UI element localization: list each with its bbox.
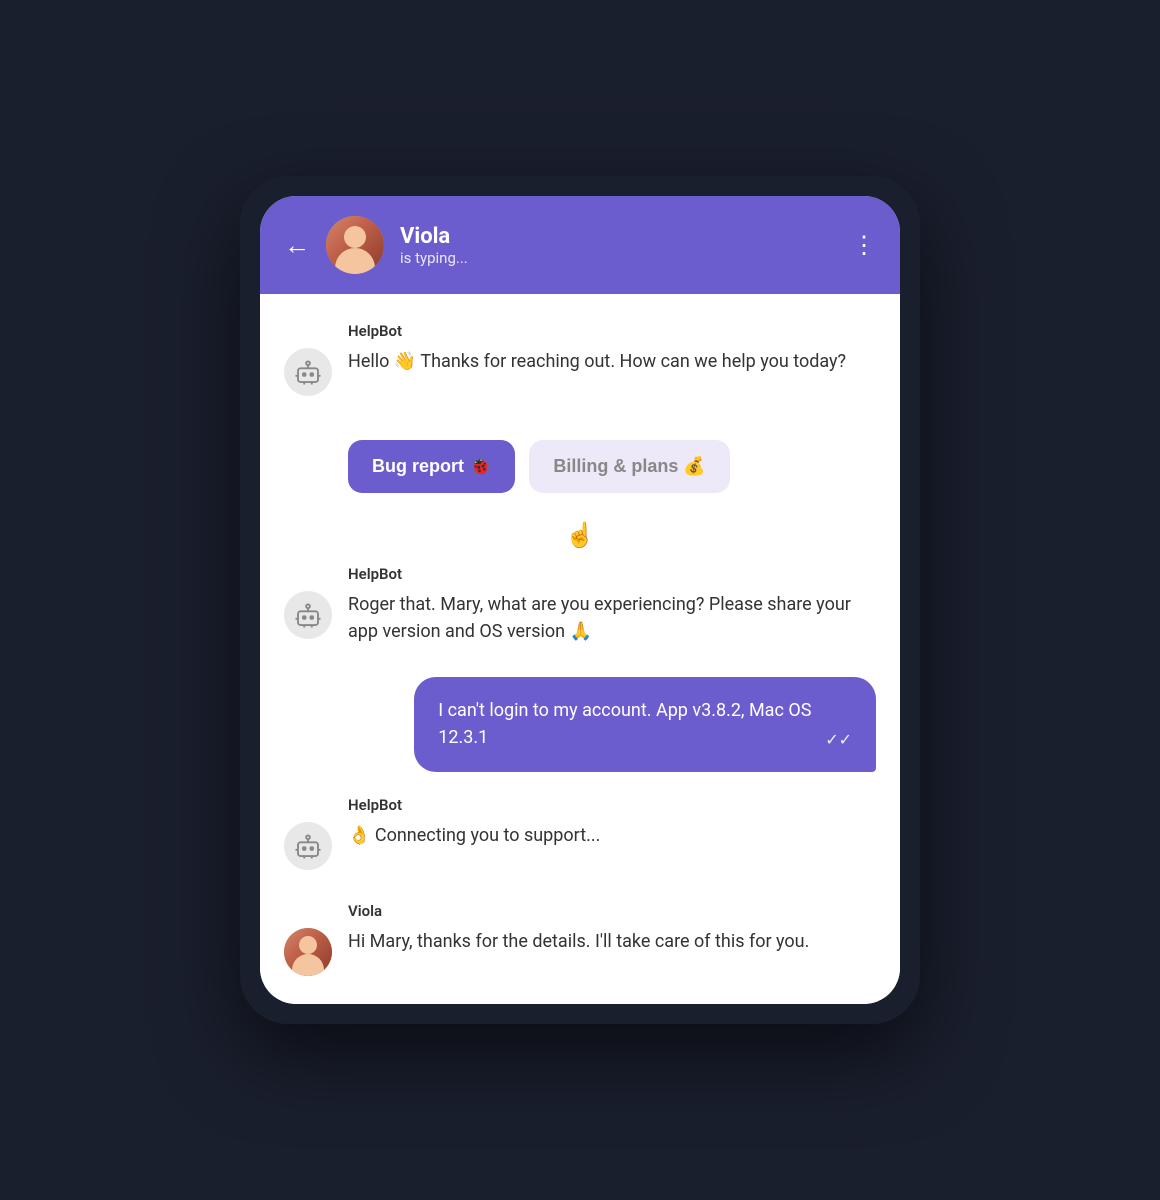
bot-avatar-1 (284, 348, 332, 396)
robot-icon-2 (293, 600, 323, 630)
user-message-text: I can't login to my account. App v3.8.2,… (438, 700, 811, 748)
bot-row-1: Hello 👋 Thanks for reaching out. How can… (284, 348, 876, 396)
bot-message-text-2: Roger that. Mary, what are you experienc… (348, 591, 876, 645)
viola-avatar (284, 928, 332, 976)
header-info: Viola is typing... (400, 224, 836, 267)
user-message-bubble: I can't login to my account. App v3.8.2,… (414, 677, 876, 772)
chat-body: HelpBot Hello 👋 Thanks for (260, 294, 900, 1004)
bot-message-group-2: HelpBot Roger that. Mary, wh (284, 565, 876, 645)
bot-avatar-2 (284, 591, 332, 639)
message-read-receipt: ✓✓ (825, 728, 852, 752)
viola-avatar-image (284, 928, 332, 976)
viola-message-text: Hi Mary, thanks for the details. I'll ta… (348, 928, 876, 955)
bug-report-button[interactable]: Bug report 🐞 (348, 440, 515, 493)
bot-message-text-1: Hello 👋 Thanks for reaching out. How can… (348, 348, 876, 375)
more-options-button[interactable]: ⋮ (852, 231, 876, 259)
sender-name-helpbot-3: HelpBot (348, 796, 876, 814)
phone-frame: ← Viola is typing... ⋮ HelpBot (240, 176, 920, 1024)
cursor-area: ☝️ (284, 521, 876, 549)
bot-row-3: 👌 Connecting you to support... (284, 822, 876, 870)
back-button[interactable]: ← (284, 230, 310, 261)
bot-message-text-3: 👌 Connecting you to support... (348, 822, 876, 849)
header-agent-status: is typing... (400, 249, 836, 267)
sender-name-helpbot-2: HelpBot (348, 565, 876, 583)
header-agent-name: Viola (400, 224, 836, 249)
bot-avatar-3 (284, 822, 332, 870)
billing-plans-button[interactable]: Billing & plans 💰 (529, 440, 729, 493)
bot-row-2: Roger that. Mary, what are you experienc… (284, 591, 876, 645)
agent-avatar-header (326, 216, 384, 274)
phone-inner: ← Viola is typing... ⋮ HelpBot (260, 196, 900, 1004)
robot-icon-1 (293, 357, 323, 387)
agent-row: Hi Mary, thanks for the details. I'll ta… (284, 928, 876, 976)
bot-message-group-3: HelpBot 👌 Connecting you to (284, 796, 876, 870)
chat-header: ← Viola is typing... ⋮ (260, 196, 900, 294)
robot-icon-3 (293, 831, 323, 861)
sender-name-helpbot-1: HelpBot (348, 322, 876, 340)
quick-replies: Bug report 🐞 Billing & plans 💰 (348, 440, 876, 493)
agent-avatar-image (326, 216, 384, 274)
agent-message-group: Viola Hi Mary, thanks for the details. I… (284, 902, 876, 976)
cursor-icon: ☝️ (565, 521, 595, 549)
user-message-wrap: I can't login to my account. App v3.8.2,… (284, 677, 876, 772)
sender-name-viola: Viola (348, 902, 876, 920)
bot-message-group-1: HelpBot Hello 👋 Thanks for (284, 322, 876, 396)
